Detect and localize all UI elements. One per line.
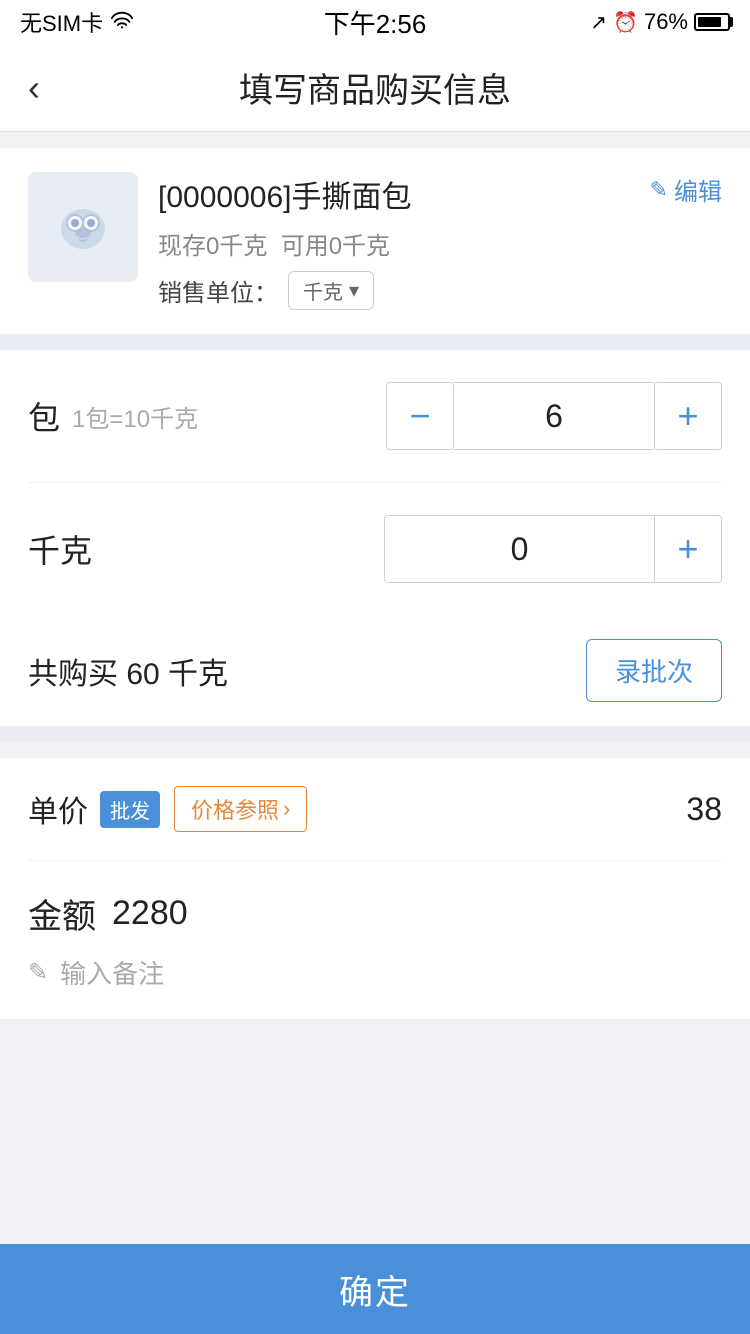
alarm-icon: ⏰ bbox=[613, 10, 638, 35]
amount-label: 金额 bbox=[28, 889, 96, 938]
battery-icon bbox=[694, 13, 730, 31]
bao-hint: 1包=10千克 bbox=[72, 399, 198, 434]
bao-quantity-input[interactable] bbox=[454, 382, 654, 450]
remark-row[interactable]: ✎ 输入备注 bbox=[28, 954, 722, 991]
section-divider-2 bbox=[0, 726, 750, 742]
status-left: 无SIM卡 bbox=[20, 6, 133, 38]
amount-section: 金额 2280 ✎ 输入备注 bbox=[0, 861, 750, 1019]
bao-plus-button[interactable]: + bbox=[654, 382, 722, 450]
nav-bar: ‹ 填写商品购买信息 bbox=[0, 44, 750, 132]
empty-space bbox=[0, 1019, 750, 1279]
price-section: 单价 批发 价格参照 › 38 bbox=[0, 758, 750, 861]
summary-text: 共购买 60 千克 bbox=[28, 649, 228, 693]
kg-quantity-input[interactable] bbox=[384, 515, 654, 583]
amount-row: 金额 2280 bbox=[28, 889, 722, 938]
section-divider-1 bbox=[0, 334, 750, 350]
record-batch-button[interactable]: 录批次 bbox=[586, 639, 722, 702]
status-bar: 无SIM卡 下午2:56 ↗ ⏰ 76% bbox=[0, 0, 750, 44]
page-title: 填写商品购买信息 bbox=[239, 63, 511, 112]
unit-value: 千克 bbox=[303, 276, 343, 305]
price-value: 38 bbox=[686, 791, 722, 828]
bao-label: 包 bbox=[28, 393, 60, 439]
product-card: [0000006]手撕面包 现存0千克 可用0千克 销售单位： 千克 ▾ ✎ 编… bbox=[0, 148, 750, 334]
status-right: ↗ ⏰ 76% bbox=[590, 9, 730, 35]
edit-label: 编辑 bbox=[674, 172, 722, 207]
product-thumbnail bbox=[28, 172, 138, 282]
kg-quantity-row: 千克 + bbox=[28, 483, 722, 615]
price-ref-arrow-icon: › bbox=[283, 796, 290, 822]
remark-placeholder: 输入备注 bbox=[60, 954, 164, 991]
unit-label: 销售单位： bbox=[158, 273, 278, 308]
edit-button[interactable]: ✎ 编辑 bbox=[650, 172, 722, 207]
kg-plus-button[interactable]: + bbox=[654, 515, 722, 583]
confirm-button[interactable]: 确定 bbox=[0, 1244, 750, 1334]
price-label: 单价 bbox=[28, 787, 88, 831]
bao-minus-button[interactable]: − bbox=[386, 382, 454, 450]
price-tag: 批发 bbox=[100, 791, 160, 828]
product-stock: 现存0千克 可用0千克 bbox=[158, 226, 722, 261]
unit-dropdown-icon: ▾ bbox=[349, 278, 359, 303]
amount-value: 2280 bbox=[112, 894, 188, 933]
kg-quantity-control: + bbox=[384, 515, 722, 583]
price-ref-label: 价格参照 bbox=[191, 793, 279, 825]
edit-pen-icon: ✎ bbox=[650, 177, 668, 203]
battery-label: 76% bbox=[644, 9, 688, 35]
gps-icon: ↗ bbox=[590, 10, 607, 35]
price-reference-button[interactable]: 价格参照 › bbox=[174, 786, 307, 832]
summary-section: 共购买 60 千克 录批次 bbox=[0, 615, 750, 726]
product-name: [0000006]手撕面包 bbox=[158, 172, 722, 216]
bao-quantity-row: 包 1包=10千克 − + bbox=[28, 350, 722, 483]
price-row: 单价 批发 价格参照 › 38 bbox=[28, 786, 722, 861]
carrier-label: 无SIM卡 bbox=[20, 6, 103, 38]
time-display: 下午2:56 bbox=[324, 4, 427, 41]
bao-quantity-control: − + bbox=[386, 382, 722, 450]
kg-label: 千克 bbox=[28, 526, 92, 572]
back-button[interactable]: ‹ bbox=[28, 67, 40, 109]
wifi-icon bbox=[111, 9, 133, 35]
quantity-section: 包 1包=10千克 − + 千克 + bbox=[0, 350, 750, 615]
product-info: [0000006]手撕面包 现存0千克 可用0千克 销售单位： 千克 ▾ bbox=[158, 172, 722, 310]
remark-pen-icon: ✎ bbox=[28, 958, 48, 987]
product-unit-row: 销售单位： 千克 ▾ bbox=[158, 271, 722, 310]
unit-select[interactable]: 千克 ▾ bbox=[288, 271, 374, 310]
